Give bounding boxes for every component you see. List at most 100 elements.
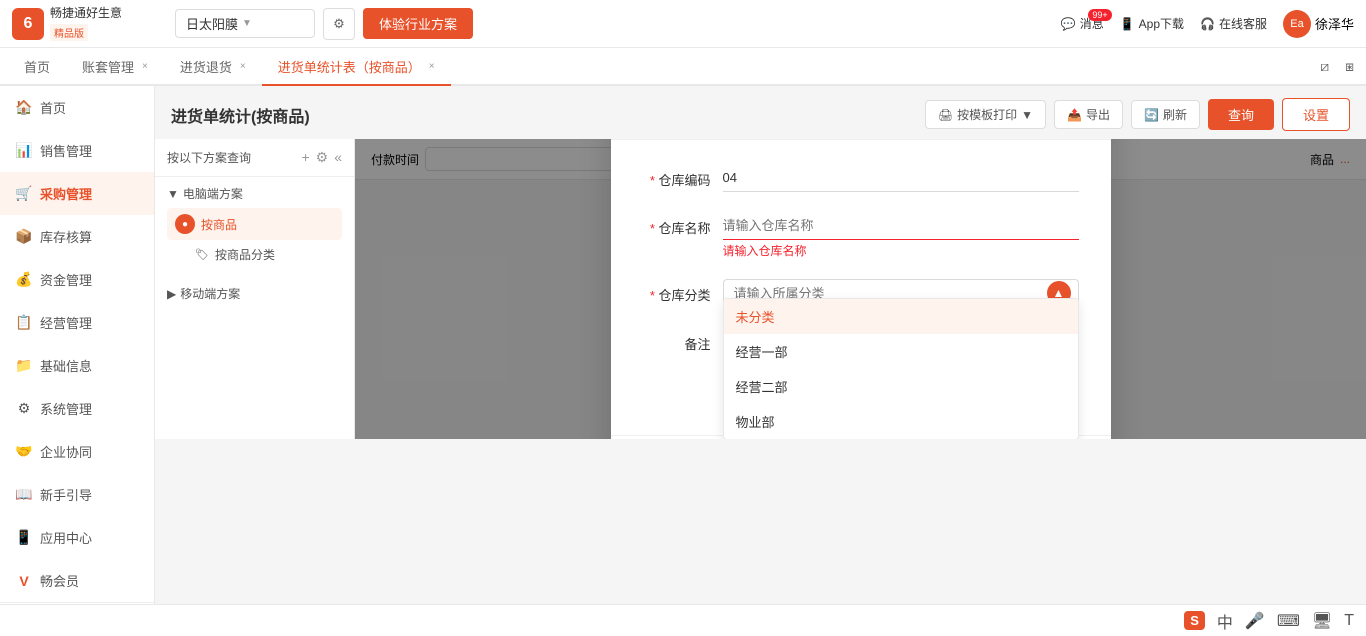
guide-icon: 📖 [16, 487, 32, 503]
sidebar-item-home[interactable]: 🏠 首页 [0, 86, 154, 129]
sidebar-item-inventory[interactable]: 📦 库存核算 [0, 215, 154, 258]
sidebar-item-system[interactable]: ⚙ 系统管理 [0, 387, 154, 430]
tab-purchase-stats[interactable]: 进货单统计表（按商品） × [262, 49, 451, 86]
name-field: 请输入仓库名称 [723, 212, 1079, 259]
bottom-t-icon[interactable]: T [1344, 612, 1354, 630]
tab-purchase-return[interactable]: 进货退货 × [164, 49, 262, 86]
export-icon: 📤 [1067, 108, 1082, 122]
apps-icon: 📱 [16, 530, 32, 546]
finance-icon: 💰 [16, 272, 32, 288]
content-area: 进货单统计(按商品) 🖨 按模板打印 ▼ 📤 导出 🔄 刷新 查询 设置 [155, 86, 1366, 636]
query-button[interactable]: 查询 [1208, 99, 1274, 130]
sidebar: 🏠 首页 📊 销售管理 🛒 采购管理 📦 库存核算 💰 资金管理 📋 经营管理 … [0, 86, 155, 636]
sidebar-label-system: 系统管理 [40, 399, 92, 418]
main-layout: 🏠 首页 📊 销售管理 🛒 采购管理 📦 库存核算 💰 资金管理 📋 经营管理 … [0, 86, 1366, 636]
dropdown-item-dept2[interactable]: 经营二部 [724, 369, 1078, 404]
plan-label-by-product: 按商品 [201, 216, 237, 233]
inventory-icon: 📦 [16, 229, 32, 245]
tab-account[interactable]: 账套管理 × [66, 49, 164, 86]
tab-home[interactable]: 首页 [8, 49, 66, 86]
code-field [723, 164, 1079, 192]
sidebar-item-apps[interactable]: 📱 应用中心 [0, 516, 154, 559]
tab-expand-icon[interactable]: ⧆ [1341, 54, 1358, 79]
print-button[interactable]: 🖨 按模板打印 ▼ [925, 100, 1046, 129]
header-right: 💬 消息 99+ 📱 App下载 🎧 在线客服 Ea 徐泽华 [1061, 10, 1354, 38]
purchase-icon: 🛒 [16, 186, 32, 202]
print-dropdown-icon: ▼ [1021, 108, 1033, 122]
enterprise-icon: 🤝 [16, 444, 32, 460]
sidebar-item-finance[interactable]: 💰 资金管理 [0, 258, 154, 301]
tab-close-account[interactable]: × [142, 61, 148, 72]
basic-info-icon: 📁 [16, 358, 32, 374]
export-button[interactable]: 📤 导出 [1054, 100, 1123, 129]
refresh-button[interactable]: 🔄 刷新 [1131, 100, 1200, 129]
plan-section-mobile: ▶ 移动端方案 [155, 277, 354, 316]
settings-button[interactable]: 设置 [1282, 98, 1350, 131]
collapse-btn[interactable]: « [334, 149, 342, 166]
bottom-cn-icon[interactable]: 中 [1217, 609, 1233, 633]
dropdown-item-property[interactable]: 物业部 [724, 404, 1078, 439]
vip-icon: V [16, 573, 32, 589]
store-selector[interactable]: 日太阳膜 ▼ [175, 9, 315, 38]
home-icon: 🏠 [16, 100, 32, 116]
sidebar-item-purchase[interactable]: 🛒 采购管理 [0, 172, 154, 215]
logo-text-line1: 畅捷通好生意 [50, 6, 122, 22]
store-name: 日太阳膜 [186, 14, 238, 33]
bottom-s-icon[interactable]: S [1184, 611, 1205, 630]
triangle-icon-mobile: ▶ [167, 287, 176, 301]
query-panel-title: 按以下方案查询 [167, 149, 251, 166]
sidebar-item-sales[interactable]: 📊 销售管理 [0, 129, 154, 172]
message-badge: 99+ [1088, 9, 1111, 21]
form-row-code: 仓库编码 [643, 164, 1079, 192]
query-panel: 按以下方案查询 + ⚙ « ▼ 电脑端方案 ● 按商品 [155, 139, 355, 439]
operations-icon: 📋 [16, 315, 32, 331]
page-actions: 🖨 按模板打印 ▼ 📤 导出 🔄 刷新 查询 设置 [925, 98, 1350, 131]
sidebar-label-basic-info: 基础信息 [40, 356, 92, 375]
tab-close-purchase-stats[interactable]: × [429, 61, 435, 72]
top-header: 6 畅捷通好生意 精品版 日太阳膜 ▼ ⚙ 体验行业方案 💬 消息 99+ 📱 … [0, 0, 1366, 48]
trial-button[interactable]: 体验行业方案 [363, 8, 473, 39]
sidebar-item-basic-info[interactable]: 📁 基础信息 [0, 344, 154, 387]
form-row-category: 仓库分类 ▲ 未分类 经营一部 [643, 279, 1079, 308]
dropdown-item-unclassified[interactable]: 未分类 [724, 299, 1078, 334]
dropdown-item-dept1[interactable]: 经营一部 [724, 334, 1078, 369]
active-dot: ● [175, 214, 195, 234]
system-icon: ⚙ [16, 401, 32, 417]
page-title: 进货单统计(按商品) [171, 103, 310, 127]
sidebar-item-guide[interactable]: 📖 新手引导 [0, 473, 154, 516]
sidebar-label-vip: 畅会员 [40, 571, 79, 590]
plan-title-mobile[interactable]: ▶ 移动端方案 [167, 285, 342, 302]
plan-item-by-category[interactable]: 🏷 按商品分类 [167, 240, 342, 269]
plan-section-pc: ▼ 电脑端方案 ● 按商品 🏷 按商品分类 [155, 177, 354, 277]
store-dropdown-arrow: ▼ [242, 18, 252, 29]
plan-title-pc[interactable]: ▼ 电脑端方案 [167, 185, 342, 202]
logo-badge: 精品版 [50, 24, 88, 41]
settings-icon[interactable]: ⚙ [323, 8, 355, 40]
tab-minimize-icon[interactable]: ⧄ [1316, 54, 1333, 79]
bottom-mic-icon[interactable]: 🎤 [1245, 611, 1265, 631]
tab-close-purchase-return[interactable]: × [240, 61, 246, 72]
user-avatar-area[interactable]: Ea 徐泽华 [1283, 10, 1354, 38]
logo-icon: 6 [12, 8, 44, 40]
category-label: 仓库分类 [643, 279, 723, 304]
plan-settings-btn[interactable]: ⚙ [316, 149, 329, 166]
warehouse-code-input[interactable] [723, 164, 1079, 192]
bottom-keyboard-icon[interactable]: ⌨ [1277, 611, 1300, 631]
bottom-monitor-icon[interactable]: 🖥 [1312, 611, 1332, 631]
logo-area: 6 畅捷通好生意 精品版 [12, 6, 167, 41]
online-service-item[interactable]: 🎧 在线客服 [1200, 15, 1267, 32]
sidebar-item-vip[interactable]: V 畅会员 [0, 559, 154, 602]
user-name: 徐泽华 [1315, 14, 1354, 33]
warehouse-name-input[interactable] [723, 212, 1079, 240]
add-plan-btn[interactable]: + [301, 149, 309, 166]
app-download-item[interactable]: 📱 App下载 [1120, 15, 1184, 32]
category-dropdown: 未分类 经营一部 经营二部 物业部 [723, 298, 1079, 440]
page-header: 进货单统计(按商品) 🖨 按模板打印 ▼ 📤 导出 🔄 刷新 查询 设置 [155, 86, 1366, 139]
sidebar-label-enterprise: 企业协同 [40, 442, 92, 461]
name-error-text: 请输入仓库名称 [723, 242, 1079, 259]
sidebar-item-operations[interactable]: 📋 经营管理 [0, 301, 154, 344]
new-warehouse-modal: 新增仓库 × 仓库编码 [611, 139, 1111, 439]
messages-item[interactable]: 💬 消息 99+ [1061, 15, 1104, 32]
sidebar-item-enterprise[interactable]: 🤝 企业协同 [0, 430, 154, 473]
plan-item-by-product[interactable]: ● 按商品 [167, 208, 342, 240]
